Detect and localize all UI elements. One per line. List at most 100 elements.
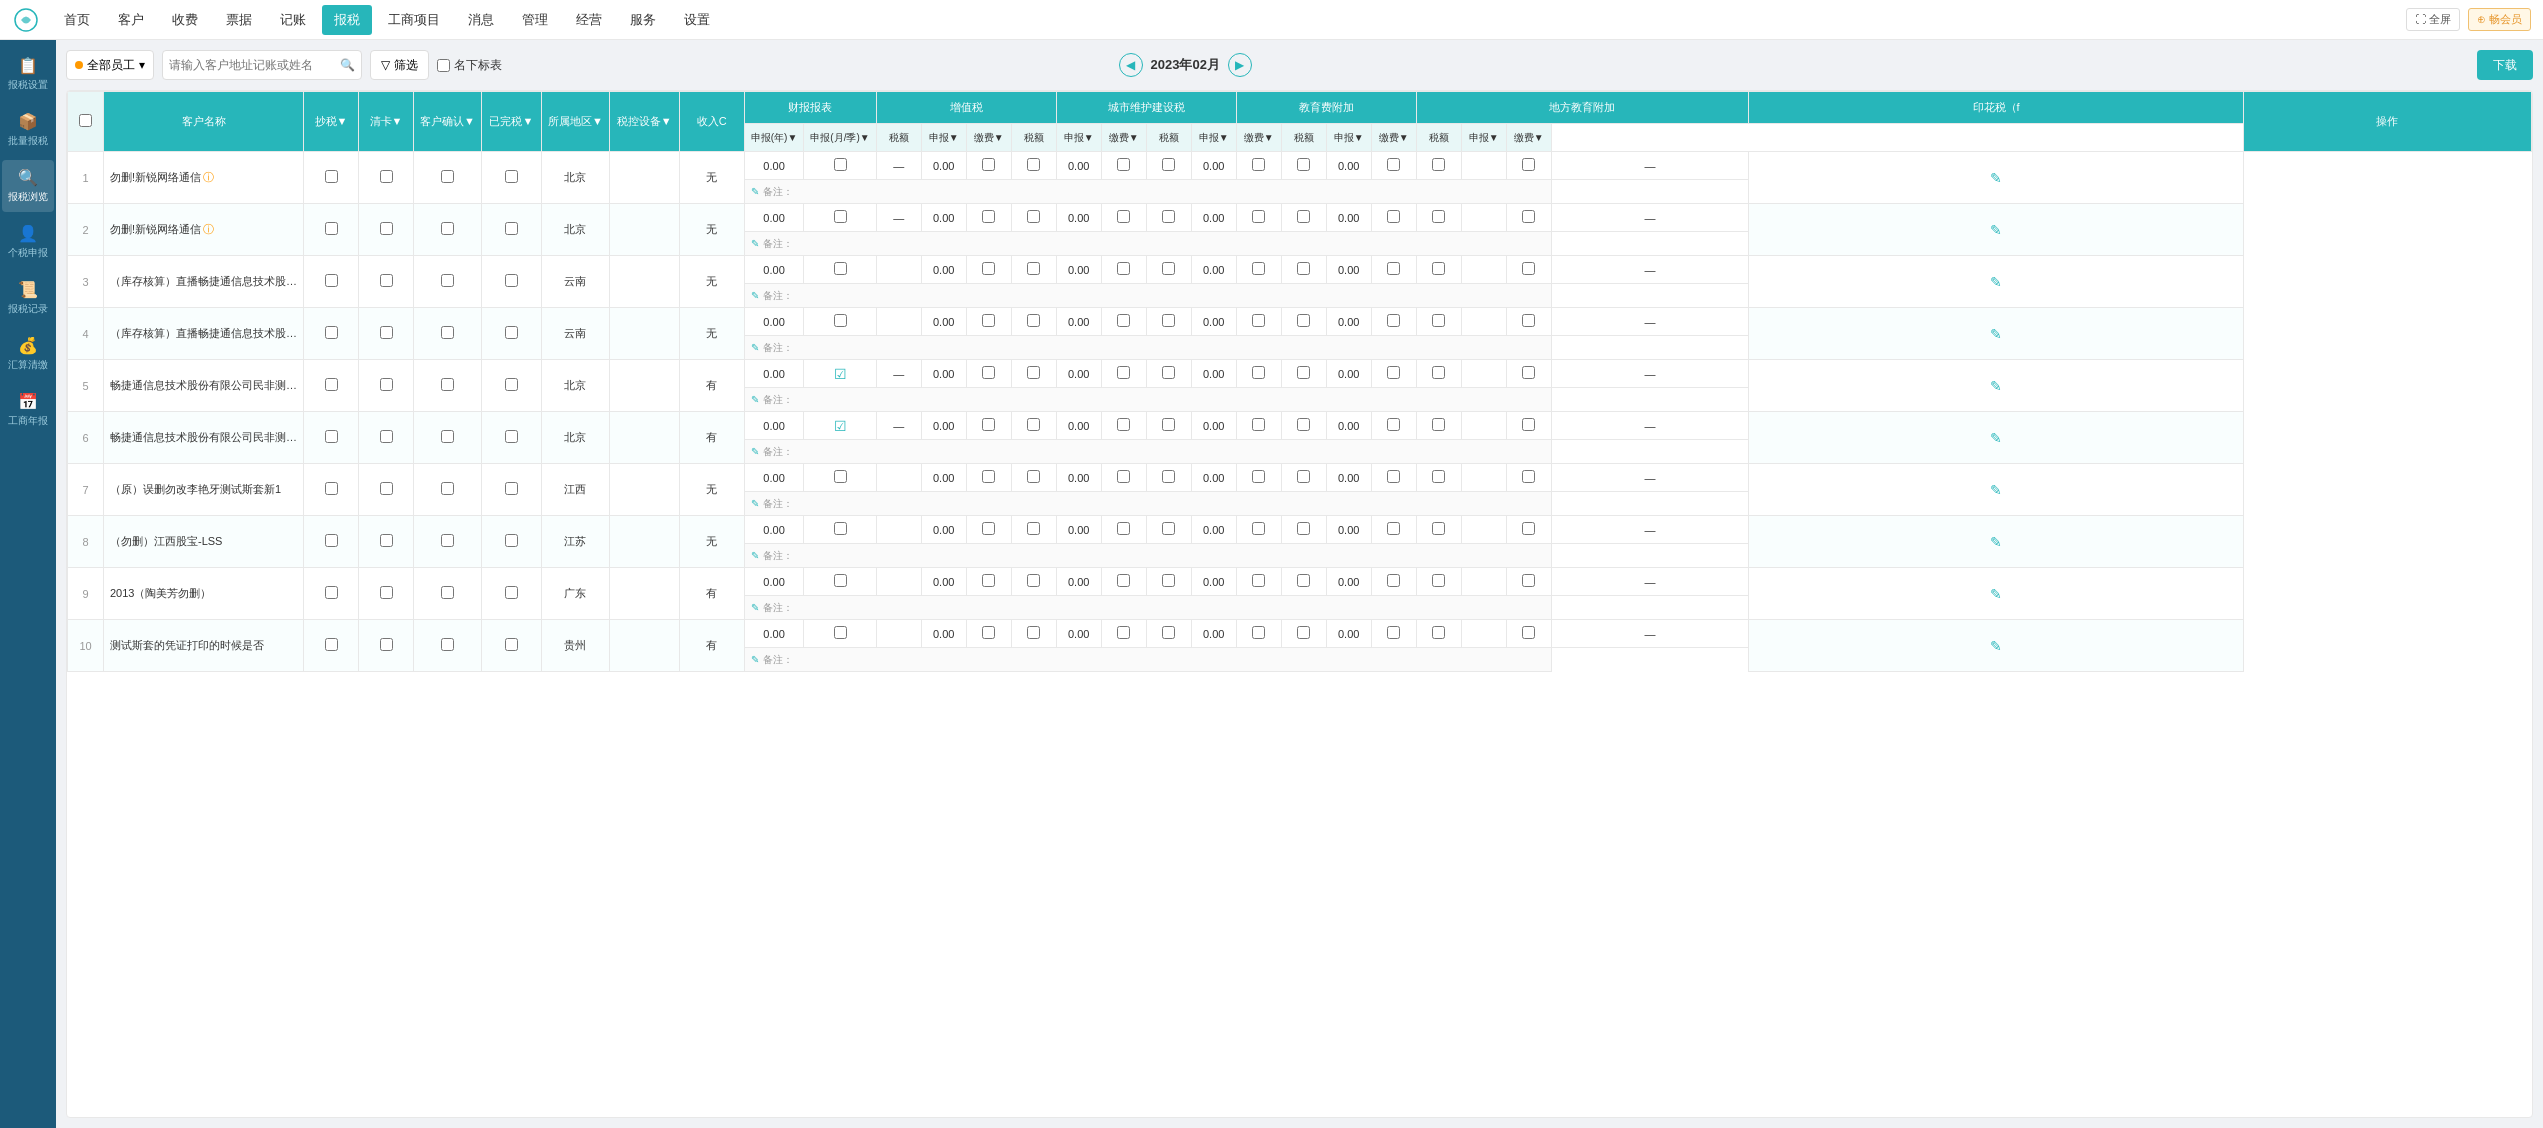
city-pay-checkbox[interactable]	[1162, 262, 1175, 275]
city-declare-checkbox[interactable]	[1117, 262, 1130, 275]
annual-checkbox[interactable]	[834, 158, 847, 171]
col-header-copy-tax[interactable]: 抄税▼	[304, 92, 359, 152]
clear-card-checkbox[interactable]	[380, 378, 393, 391]
copy-tax-checkbox[interactable]	[325, 222, 338, 235]
edit-button[interactable]: ✎	[1990, 326, 2002, 342]
col-header-device[interactable]: 税控设备▼	[609, 92, 679, 152]
stamp-declare-checkbox[interactable]	[1522, 574, 1535, 587]
note-edit-icon[interactable]: ✎	[751, 446, 759, 457]
select-all-checkbox[interactable]	[79, 114, 92, 127]
declared-checkbox[interactable]	[505, 638, 518, 651]
clear-card-checkbox[interactable]	[380, 222, 393, 235]
city-declare-checkbox[interactable]	[1117, 574, 1130, 587]
confirm-checkbox[interactable]	[441, 274, 454, 287]
city-declare-checkbox[interactable]	[1117, 626, 1130, 639]
clear-card-checkbox[interactable]	[380, 586, 393, 599]
vat-declare-checkbox[interactable]	[982, 626, 995, 639]
edu-declare-checkbox[interactable]	[1252, 626, 1265, 639]
local-declare-checkbox[interactable]	[1387, 574, 1400, 587]
vat-pay-checkbox[interactable]	[1027, 470, 1040, 483]
local-declare-checkbox[interactable]	[1387, 626, 1400, 639]
warning-icon[interactable]: ⓘ	[203, 171, 214, 183]
col-sub-stamp-declare[interactable]: 申报▼	[1461, 124, 1506, 152]
clear-card-checkbox[interactable]	[380, 274, 393, 287]
city-pay-checkbox[interactable]	[1162, 314, 1175, 327]
col-header-region[interactable]: 所属地区▼	[541, 92, 609, 152]
confirm-checkbox[interactable]	[441, 482, 454, 495]
edu-pay-checkbox[interactable]	[1297, 522, 1310, 535]
copy-tax-checkbox[interactable]	[325, 534, 338, 547]
declared-checkbox[interactable]	[505, 326, 518, 339]
clear-card-checkbox[interactable]	[380, 170, 393, 183]
city-declare-checkbox[interactable]	[1117, 158, 1130, 171]
city-pay-checkbox[interactable]	[1162, 418, 1175, 431]
edu-declare-checkbox[interactable]	[1252, 366, 1265, 379]
copy-tax-checkbox[interactable]	[325, 430, 338, 443]
employee-select[interactable]: 全部员工 ▾	[66, 50, 154, 80]
vat-pay-checkbox[interactable]	[1027, 366, 1040, 379]
copy-tax-checkbox[interactable]	[325, 326, 338, 339]
edu-pay-checkbox[interactable]	[1297, 314, 1310, 327]
sidebar-batch-tax[interactable]: 📦 批量报税	[2, 104, 54, 156]
col-sub-city-pay[interactable]: 缴费▼	[1101, 124, 1146, 152]
local-declare-checkbox[interactable]	[1387, 418, 1400, 431]
city-declare-checkbox[interactable]	[1117, 314, 1130, 327]
city-pay-checkbox[interactable]	[1162, 470, 1175, 483]
declared-checkbox[interactable]	[505, 274, 518, 287]
local-pay-checkbox[interactable]	[1432, 522, 1445, 535]
confirm-checkbox[interactable]	[441, 586, 454, 599]
local-pay-checkbox[interactable]	[1432, 262, 1445, 275]
local-pay-checkbox[interactable]	[1432, 366, 1445, 379]
edu-declare-checkbox[interactable]	[1252, 210, 1265, 223]
local-declare-checkbox[interactable]	[1387, 210, 1400, 223]
edu-declare-checkbox[interactable]	[1252, 574, 1265, 587]
vat-declare-checkbox[interactable]	[982, 210, 995, 223]
declared-checkbox[interactable]	[505, 482, 518, 495]
next-month-button[interactable]: ▶	[1228, 53, 1252, 77]
edu-pay-checkbox[interactable]	[1297, 262, 1310, 275]
nav-manage[interactable]: 管理	[510, 5, 560, 35]
vat-declare-checkbox[interactable]	[982, 522, 995, 535]
col-sub-vat-pay[interactable]: 缴费▼	[966, 124, 1011, 152]
vat-declare-checkbox[interactable]	[982, 158, 995, 171]
col-sub-stamp-pay[interactable]: 缴费▼	[1506, 124, 1551, 152]
nav-message[interactable]: 消息	[456, 5, 506, 35]
confirm-checkbox[interactable]	[441, 222, 454, 235]
sidebar-tax-browse[interactable]: 🔍 报税浏览	[2, 160, 54, 212]
clear-card-checkbox[interactable]	[380, 534, 393, 547]
local-pay-checkbox[interactable]	[1432, 210, 1445, 223]
col-sub-annual-report[interactable]: 申报(年)▼	[744, 124, 804, 152]
nav-bookkeeping[interactable]: 记账	[268, 5, 318, 35]
clear-card-checkbox[interactable]	[380, 326, 393, 339]
edit-button[interactable]: ✎	[1990, 274, 2002, 290]
city-declare-checkbox[interactable]	[1117, 366, 1130, 379]
annual-checkbox[interactable]	[834, 470, 847, 483]
edit-button[interactable]: ✎	[1990, 482, 2002, 498]
edu-declare-checkbox[interactable]	[1252, 522, 1265, 535]
confirm-checkbox[interactable]	[441, 534, 454, 547]
sidebar-annual-settlement[interactable]: 💰 汇算清缴	[2, 328, 54, 380]
edu-declare-checkbox[interactable]	[1252, 262, 1265, 275]
declared-checkbox[interactable]	[505, 430, 518, 443]
edit-button[interactable]: ✎	[1990, 222, 2002, 238]
local-declare-checkbox[interactable]	[1387, 366, 1400, 379]
col-header-clear-card[interactable]: 清卡▼	[359, 92, 414, 152]
sidebar-tax-settings[interactable]: 📋 报税设置	[2, 48, 54, 100]
confirm-checkbox[interactable]	[441, 430, 454, 443]
search-input[interactable]	[169, 58, 336, 72]
confirm-checkbox[interactable]	[441, 326, 454, 339]
col-header-declared[interactable]: 已完税▼	[481, 92, 541, 152]
local-pay-checkbox[interactable]	[1432, 314, 1445, 327]
col-sub-local-declare[interactable]: 申报▼	[1326, 124, 1371, 152]
col-sub-edu-pay[interactable]: 缴费▼	[1236, 124, 1281, 152]
edit-button[interactable]: ✎	[1990, 534, 2002, 550]
confirm-checkbox[interactable]	[441, 638, 454, 651]
col-header-income[interactable]: 收入C	[679, 92, 744, 152]
local-pay-checkbox[interactable]	[1432, 470, 1445, 483]
local-declare-checkbox[interactable]	[1387, 158, 1400, 171]
named-list-checkbox[interactable]: 名下标表	[437, 57, 502, 74]
note-edit-icon[interactable]: ✎	[751, 290, 759, 301]
named-list-input[interactable]	[437, 59, 450, 72]
col-sub-edu-declare[interactable]: 申报▼	[1191, 124, 1236, 152]
nav-billing[interactable]: 收费	[160, 5, 210, 35]
